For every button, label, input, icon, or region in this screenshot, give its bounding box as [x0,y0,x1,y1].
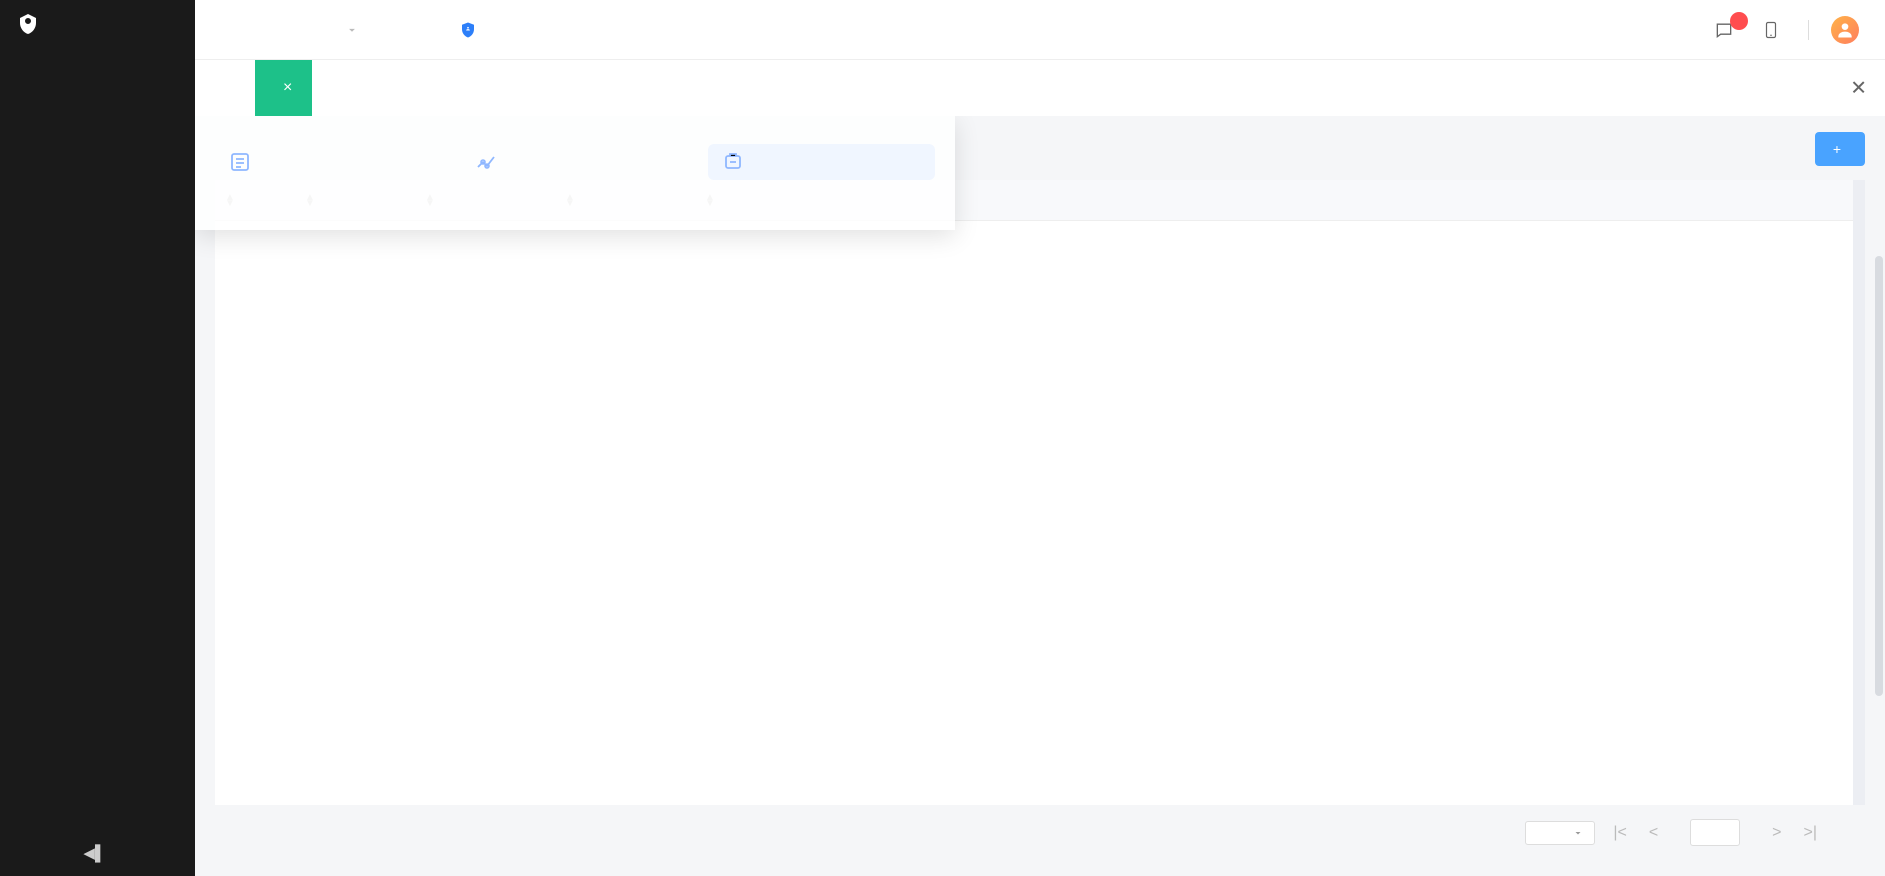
brand [0,0,195,48]
top-header [195,0,1885,60]
expert-icon [718,150,748,174]
add-unit-button[interactable]: + [1815,132,1865,166]
messages-button[interactable] [1714,20,1740,40]
content-scrollbar[interactable] [1875,256,1883,696]
tab-home[interactable] [215,60,255,116]
phone-icon [1762,20,1780,40]
page-input[interactable] [1690,819,1740,846]
close-icon[interactable]: × [283,79,292,97]
close-all-tabs-icon[interactable]: ✕ [1850,76,1867,101]
overlay-col-report [215,144,442,206]
pagination: |< < > >| [215,805,1865,860]
report-icon [225,150,255,174]
page-last-icon[interactable]: >| [1800,824,1822,842]
overlay-col-expert [708,144,935,206]
brand-logo-icon [16,12,40,36]
tab-measurement-unit[interactable]: × [255,60,312,116]
user-menu[interactable] [1831,16,1865,44]
page-first-icon[interactable]: |< [1609,824,1631,842]
messages-badge [1730,12,1748,30]
unpin-button[interactable]: ◀▌ [0,830,195,876]
plus-icon: + [1833,141,1841,157]
per-page-select[interactable] [1525,821,1595,845]
avatar-icon [1831,16,1859,44]
overlay-header-analysis[interactable] [462,144,689,180]
nav [0,58,195,830]
tax-dropdown-panel [195,116,955,230]
th-actions [1733,180,1853,221]
shield-icon [459,21,477,39]
overlay-header-expert[interactable] [708,144,935,180]
content: + ▲▼ ▲▼ ▲▼ ▲▼ ▲▼ [195,116,1885,876]
tabs-bar: × ✕ [195,60,1885,116]
analysis-icon [472,150,502,174]
chevron-down-icon [1572,827,1584,839]
account-selector[interactable] [215,23,399,37]
overlay-header-report[interactable] [215,144,442,180]
top-right [1714,16,1865,44]
divider [1808,20,1809,40]
chevron-down-icon [345,23,359,37]
verified-badge [459,21,483,39]
main: × ✕ + ▲▼ ▲▼ ▲▼ [195,0,1885,876]
unpin-icon: ◀▌ [83,844,105,862]
app-download-button[interactable] [1762,20,1786,40]
table: ▲▼ ▲▼ ▲▼ ▲▼ ▲▼ [215,180,1865,805]
page-next-icon[interactable]: > [1768,824,1785,842]
overlay-col-analysis [462,144,689,206]
brand-edition [0,48,195,58]
sidebar: ◀▌ [0,0,195,876]
page-prev-icon[interactable]: < [1645,824,1662,842]
